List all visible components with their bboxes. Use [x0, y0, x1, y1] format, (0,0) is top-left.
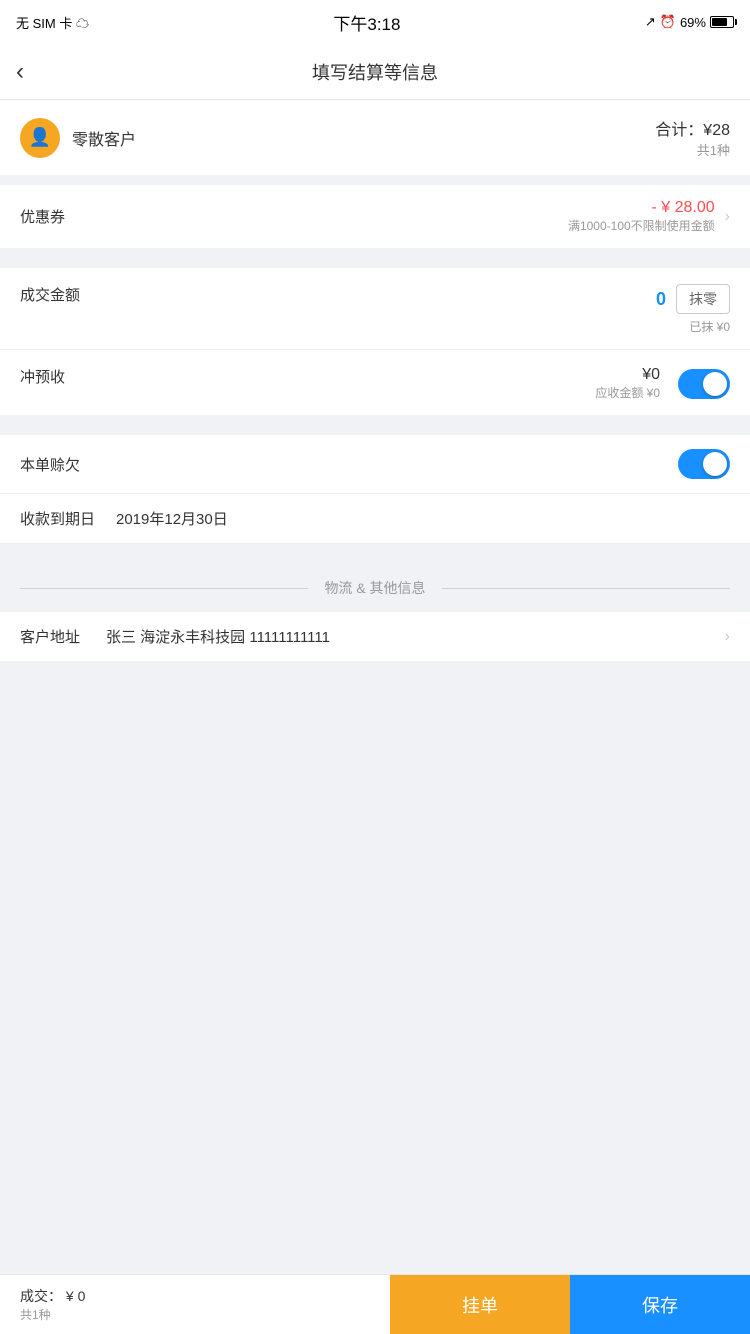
- amount-section: 成交金额 0 抹零 已抹 ¥0 冲预收 ¥0 应收金额 ¥0: [0, 268, 750, 415]
- prepay-amount: ¥0: [595, 366, 660, 384]
- coupon-section: 优惠券 - ¥ 28.00 满1000-100不限制使用金额 ›: [0, 185, 750, 248]
- back-button[interactable]: ‹: [16, 58, 24, 86]
- avatar-icon: 👤: [29, 127, 51, 148]
- alarm-icon: ⏰: [660, 14, 676, 30]
- bottom-bar: 成交： ¥ 0 共1种 挂单 保存: [0, 1274, 750, 1334]
- customer-right: 合计：¥28 共1种: [655, 116, 730, 159]
- deal-amount-right: 0 抹零 已抹 ¥0: [100, 284, 730, 335]
- address-row[interactable]: 客户地址 张三 海淀永丰科技园 11111111111 ›: [0, 612, 750, 661]
- logistics-line-right: [442, 588, 730, 589]
- bottom-info: 成交： ¥ 0 共1种: [0, 1286, 390, 1323]
- prepay-due: 应收金额 ¥0: [595, 384, 660, 401]
- save-button-label: 保存: [642, 1292, 678, 1318]
- hold-button[interactable]: 挂单: [390, 1275, 570, 1334]
- divider-3: [0, 554, 750, 564]
- debt-toggle[interactable]: [678, 449, 730, 479]
- chevron-icon: ›: [725, 208, 730, 226]
- prepay-label: 冲预收: [20, 366, 100, 387]
- total-count: 共1种: [655, 140, 730, 159]
- sim-status: 无 SIM 卡 ☁: [16, 13, 89, 32]
- customer-section: 👤 零散客户 合计：¥28 共1种: [0, 100, 750, 175]
- coupon-label: 优惠券: [20, 206, 100, 227]
- prepay-row: 冲预收 ¥0 应收金额 ¥0: [0, 350, 750, 415]
- bottom-count: 共1种: [20, 1306, 370, 1323]
- debt-section: 本单赊欠 收款到期日 2019年12月30日: [0, 435, 750, 544]
- coupon-info: - ¥ 28.00 满1000-100不限制使用金额: [568, 199, 715, 234]
- logistics-line-left: [20, 588, 308, 589]
- round-zero-button[interactable]: 抹零: [676, 284, 730, 314]
- due-date-row: 收款到期日 2019年12月30日: [0, 494, 750, 544]
- prepay-right: ¥0 应收金额 ¥0: [100, 366, 730, 401]
- logistics-label: 物流 & 其他信息: [308, 578, 441, 598]
- location-icon: ↗: [645, 14, 656, 30]
- prepay-info: ¥0 应收金额 ¥0: [595, 366, 660, 401]
- customer-name: 零散客户: [72, 126, 136, 150]
- bottom-deal-amount: 成交： ¥ 0: [20, 1286, 370, 1306]
- prepay-toggle[interactable]: [678, 369, 730, 399]
- debt-label: 本单赊欠: [20, 454, 100, 475]
- logistics-divider: 物流 & 其他信息: [0, 564, 750, 612]
- customer-row: 👤 零散客户 合计：¥28 共1种: [0, 100, 750, 175]
- debt-right: [100, 449, 730, 479]
- bottom-deal-label: 成交：: [20, 1288, 62, 1304]
- bottom-actions: 挂单 保存: [390, 1275, 750, 1334]
- save-button[interactable]: 保存: [570, 1275, 750, 1334]
- divider-2: [0, 425, 750, 435]
- due-date-value[interactable]: 2019年12月30日: [116, 508, 228, 529]
- battery-percent: 69%: [680, 15, 706, 30]
- address-value: 张三 海淀永丰科技园 11111111111: [90, 626, 725, 647]
- coupon-row[interactable]: 优惠券 - ¥ 28.00 满1000-100不限制使用金额 ›: [0, 185, 750, 248]
- status-bar: 无 SIM 卡 ☁ 下午3:18 ↗ ⏰ 69%: [0, 0, 750, 44]
- empty-space: [0, 671, 750, 871]
- deal-amount-value[interactable]: 0: [656, 289, 666, 310]
- customer-left: 👤 零散客户: [20, 118, 136, 158]
- already-rounded-text: 已抹 ¥0: [689, 318, 730, 335]
- avatar: 👤: [20, 118, 60, 158]
- address-chevron-icon: ›: [725, 628, 730, 646]
- deal-amount-row: 成交金额 0 抹零 已抹 ¥0: [0, 268, 750, 350]
- deal-amount-label: 成交金额: [20, 284, 100, 305]
- due-date-label: 收款到期日: [20, 508, 100, 529]
- coupon-desc: 满1000-100不限制使用金额: [568, 217, 715, 234]
- page-title: 填写结算等信息: [312, 59, 438, 85]
- debt-row: 本单赊欠: [0, 435, 750, 494]
- address-section: 客户地址 张三 海淀永丰科技园 11111111111 ›: [0, 612, 750, 661]
- coupon-amount: - ¥ 28.00: [568, 199, 715, 217]
- status-right: ↗ ⏰ 69%: [645, 14, 734, 30]
- coupon-value: - ¥ 28.00 满1000-100不限制使用金额 ›: [100, 199, 730, 234]
- hold-button-label: 挂单: [462, 1292, 498, 1318]
- address-label: 客户地址: [20, 626, 90, 647]
- status-time: 下午3:18: [333, 10, 400, 35]
- divider-1: [0, 258, 750, 268]
- bottom-deal-value: ¥ 0: [66, 1288, 85, 1304]
- nav-bar: ‹ 填写结算等信息: [0, 44, 750, 100]
- total-amount: 合计：¥28: [655, 116, 730, 140]
- battery-icon: [710, 16, 734, 28]
- status-left: 无 SIM 卡 ☁: [16, 13, 89, 32]
